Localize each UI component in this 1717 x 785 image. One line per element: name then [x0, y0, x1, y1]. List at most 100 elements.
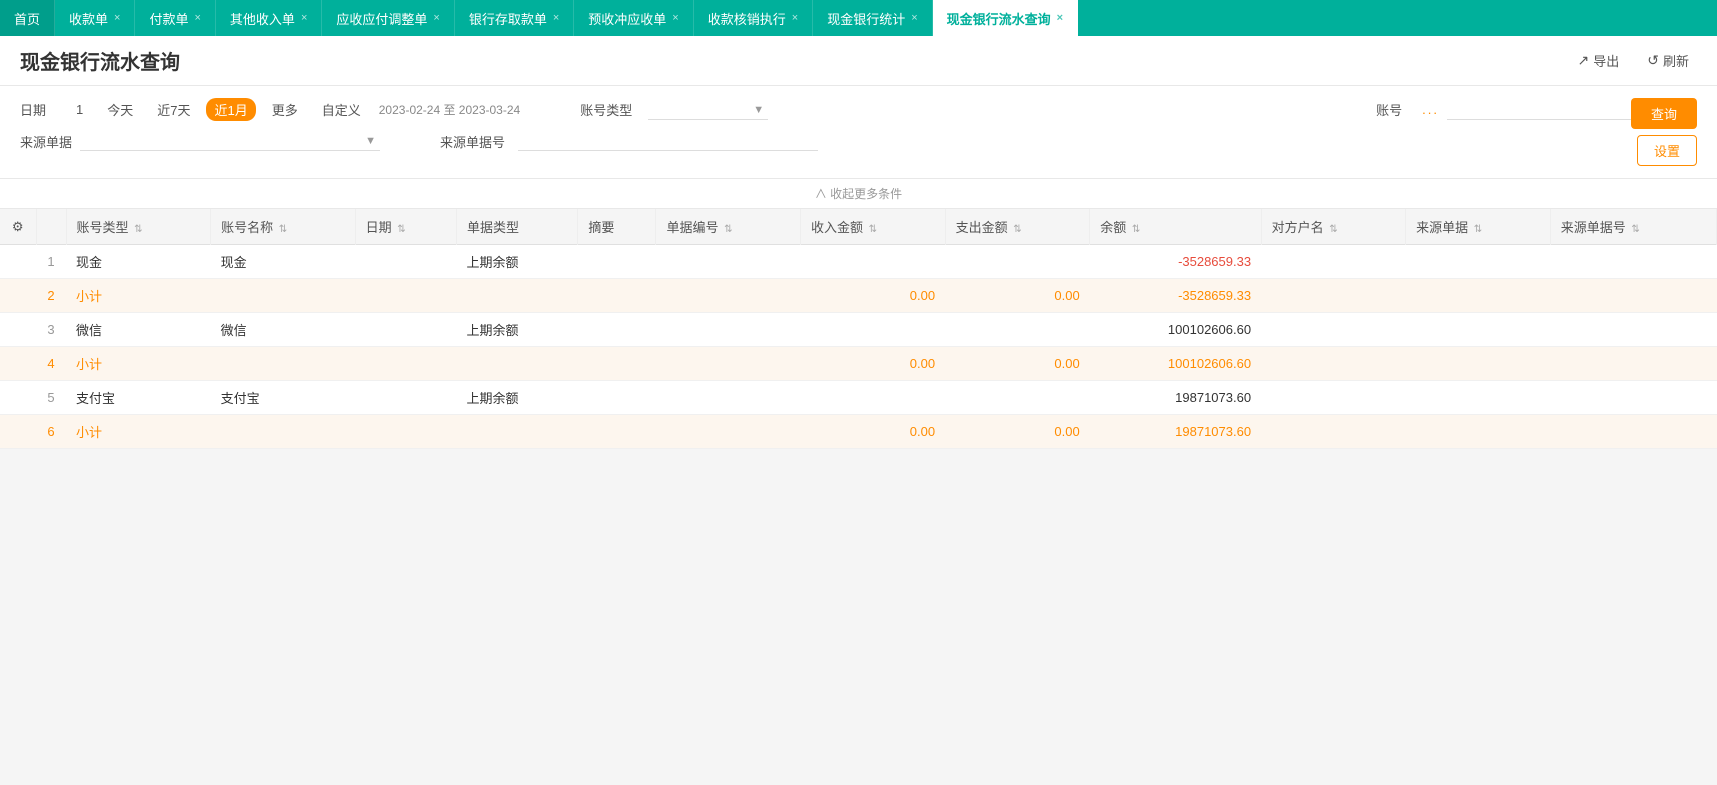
col-balance[interactable]: 余额 ⇅ — [1090, 209, 1261, 245]
date-range-display: 2023-02-24 至 2023-03-24 — [379, 101, 520, 118]
cell-summary — [578, 415, 656, 449]
account-more-btn[interactable]: ... — [1422, 102, 1439, 117]
cell-income: 0.00 — [801, 347, 946, 381]
cell-source-doc-no — [1550, 381, 1716, 415]
sort-icon: ⇅ — [724, 224, 732, 235]
cell-counterparty — [1261, 245, 1406, 279]
col-gear[interactable]: ⚙ — [0, 209, 36, 245]
refresh-button[interactable]: ↺ 刷新 — [1639, 47, 1697, 74]
col-account-type[interactable]: 账号类型 ⇅ — [66, 209, 211, 245]
col-source-doc-no[interactable]: 来源单据号 ⇅ — [1550, 209, 1716, 245]
close-icon[interactable]: × — [194, 12, 200, 24]
cell-doc-no — [656, 381, 801, 415]
nav-payment[interactable]: 付款单 × — [135, 0, 215, 36]
sort-icon: ⇅ — [1631, 224, 1639, 235]
row-gear-cell — [0, 415, 36, 449]
date-today[interactable]: 今天 — [99, 98, 141, 121]
sort-icon: ⇅ — [869, 224, 877, 235]
col-counterparty[interactable]: 对方户名 ⇅ — [1261, 209, 1406, 245]
cell-account-name — [211, 347, 356, 381]
col-doc-no[interactable]: 单据编号 ⇅ — [656, 209, 801, 245]
date-yesterday[interactable]: 1 — [68, 100, 91, 119]
cell-date — [355, 245, 456, 279]
export-button[interactable]: ↗ 导出 — [1570, 47, 1628, 74]
row-num-cell: 4 — [36, 347, 66, 381]
sort-icon: ⇅ — [397, 224, 405, 235]
account-type-select[interactable]: 现金 微信 支付宝 — [648, 100, 768, 120]
cell-balance: -3528659.33 — [1090, 279, 1261, 313]
table-row: 5 支付宝 支付宝 上期余额 19871073.60 — [0, 381, 1717, 415]
table-container: ⚙ 账号类型 ⇅ 账号名称 ⇅ 日期 ⇅ 单据类型 摘要 单据编号 ⇅ 收入金额… — [0, 209, 1717, 449]
export-icon: ↗ — [1578, 52, 1590, 69]
sort-icon: ⇅ — [134, 224, 142, 235]
query-button[interactable]: 查询 — [1631, 98, 1697, 129]
cell-expense — [945, 381, 1090, 415]
col-income[interactable]: 收入金额 ⇅ — [801, 209, 946, 245]
nav-adjust[interactable]: 应收应付调整单 × — [322, 0, 454, 36]
nav-other-income[interactable]: 其他收入单 × — [216, 0, 322, 36]
cell-doc-no — [656, 347, 801, 381]
col-source-doc[interactable]: 来源单据 ⇅ — [1406, 209, 1551, 245]
col-summary: 摘要 — [578, 209, 656, 245]
nav-prepay[interactable]: 预收冲应收单 × — [574, 0, 693, 36]
row-num-cell: 3 — [36, 313, 66, 347]
close-icon[interactable]: × — [792, 12, 798, 24]
cell-doc-no — [656, 279, 801, 313]
cell-expense — [945, 245, 1090, 279]
date-more[interactable]: 更多 — [264, 98, 306, 121]
row-gear-cell — [0, 313, 36, 347]
cell-date — [355, 347, 456, 381]
col-expense[interactable]: 支出金额 ⇅ — [945, 209, 1090, 245]
row-gear-cell — [0, 279, 36, 313]
nav-collection[interactable]: 收款核销执行 × — [694, 0, 813, 36]
cell-account-type: 支付宝 — [66, 381, 211, 415]
cell-source-doc — [1406, 415, 1551, 449]
close-icon[interactable]: × — [301, 12, 307, 24]
nav-home[interactable]: 首页 — [0, 0, 55, 36]
cell-summary — [578, 347, 656, 381]
row-gear-cell — [0, 347, 36, 381]
nav-bank-deposit[interactable]: 银行存取款单 × — [455, 0, 574, 36]
close-icon[interactable]: × — [911, 12, 917, 24]
table-row: 4 小计 0.00 0.00 100102606.60 — [0, 347, 1717, 381]
cell-doc-type — [457, 347, 578, 381]
source-doc-select[interactable] — [80, 131, 380, 151]
cell-source-doc-no — [1550, 415, 1716, 449]
col-account-name[interactable]: 账号名称 ⇅ — [211, 209, 356, 245]
source-doc-num-input[interactable] — [518, 131, 818, 151]
settings-button[interactable]: 设置 — [1637, 135, 1697, 166]
cell-date — [355, 313, 456, 347]
cell-doc-type — [457, 279, 578, 313]
sort-icon: ⇅ — [1013, 224, 1021, 235]
close-icon[interactable]: × — [1057, 12, 1063, 24]
refresh-icon: ↺ — [1647, 52, 1659, 69]
nav-cash-flow[interactable]: 现金银行流水查询 × — [933, 0, 1078, 36]
account-type-label: 账号类型 — [580, 100, 640, 119]
cell-source-doc — [1406, 381, 1551, 415]
date-filter-label: 日期 — [20, 100, 60, 119]
cell-account-type: 现金 — [66, 245, 211, 279]
date-7days[interactable]: 近7天 — [149, 98, 198, 121]
cell-source-doc-no — [1550, 279, 1716, 313]
account-input[interactable] — [1447, 100, 1631, 120]
cell-date — [355, 415, 456, 449]
table-row: 3 微信 微信 上期余额 100102606.60 — [0, 313, 1717, 347]
cell-counterparty — [1261, 347, 1406, 381]
nav-cash-stats[interactable]: 现金银行统计 × — [813, 0, 932, 36]
close-icon[interactable]: × — [433, 12, 439, 24]
cell-doc-type: 上期余额 — [457, 313, 578, 347]
collapse-bar[interactable]: ∧ 收起更多条件 — [0, 179, 1717, 209]
close-icon[interactable]: × — [672, 12, 678, 24]
header-actions: ↗ 导出 ↺ 刷新 — [1570, 47, 1698, 74]
date-1month[interactable]: 近1月 — [206, 98, 255, 121]
date-custom[interactable]: 自定义 — [314, 98, 369, 121]
table-row: 6 小计 0.00 0.00 19871073.60 — [0, 415, 1717, 449]
col-date[interactable]: 日期 ⇅ — [355, 209, 456, 245]
close-icon[interactable]: × — [114, 12, 120, 24]
cell-counterparty — [1261, 313, 1406, 347]
nav-receipt[interactable]: 收款单 × — [55, 0, 135, 36]
cell-doc-no — [656, 313, 801, 347]
close-icon[interactable]: × — [553, 12, 559, 24]
top-nav: 首页 收款单 × 付款单 × 其他收入单 × 应收应付调整单 × 银行存取款单 … — [0, 0, 1717, 36]
cell-balance: 19871073.60 — [1090, 381, 1261, 415]
